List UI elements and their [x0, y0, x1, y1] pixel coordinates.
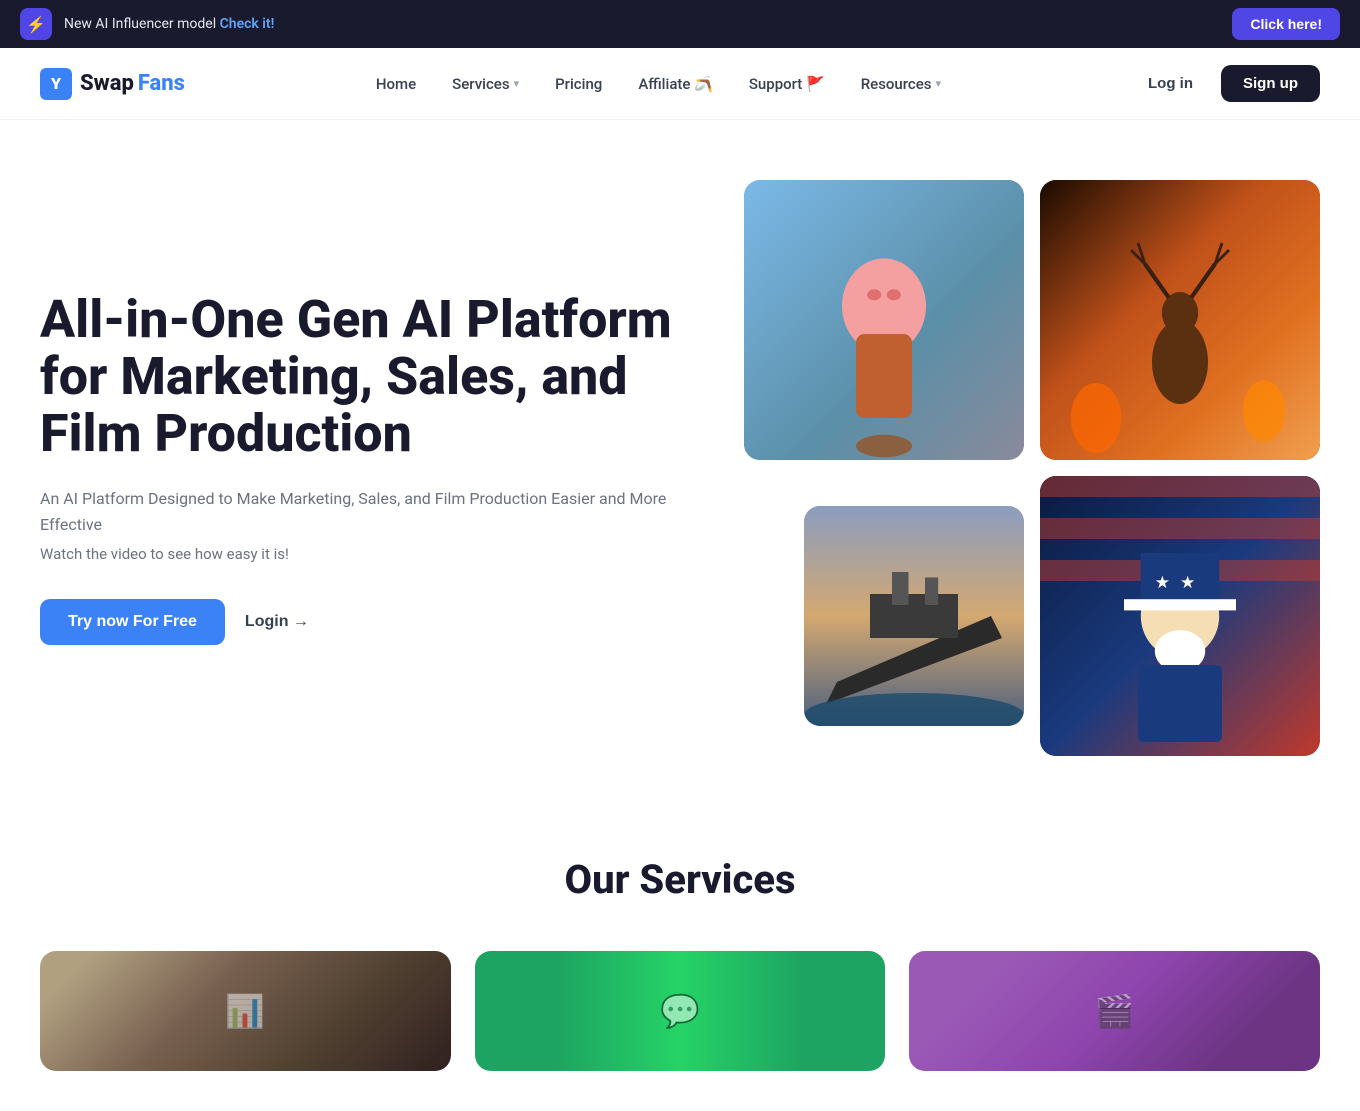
- service-icon-social: 💬: [475, 951, 886, 1071]
- nav-label-resources: Resources: [861, 75, 932, 93]
- nav-label-affiliate: Affiliate 🪃: [638, 75, 713, 93]
- signup-button[interactable]: Sign up: [1221, 65, 1320, 102]
- uncle-sam-image: ★ ★: [1040, 476, 1320, 756]
- nav-label-home: Home: [376, 75, 416, 93]
- announcement-left: ⚡ New AI Influencer model Check it!: [20, 8, 274, 40]
- logo-text-swap: Swap: [80, 71, 134, 96]
- services-title: Our Services: [40, 856, 1320, 903]
- service-icon-film: 🎬: [909, 951, 1320, 1071]
- hero-image-ship: [804, 506, 1024, 726]
- hero-watch-text: Watch the video to see how easy it is!: [40, 545, 704, 563]
- hero-title: All-in-One Gen AI Platform for Marketing…: [40, 291, 704, 463]
- service-icon-marketing: 📊: [40, 951, 451, 1071]
- nav-label-services: Services: [452, 75, 509, 93]
- main-nav: Y SwapFans Home Services ▾ Pricing Affil…: [0, 48, 1360, 120]
- try-free-button[interactable]: Try now For Free: [40, 599, 225, 645]
- announcement-text: New AI Influencer model Check it!: [64, 16, 274, 32]
- login-button[interactable]: Log in: [1132, 67, 1209, 100]
- nav-actions: Log in Sign up: [1132, 65, 1320, 102]
- logo[interactable]: Y SwapFans: [40, 68, 185, 100]
- svg-text:★: ★: [1155, 573, 1170, 593]
- services-grid: 📊 💬 🎬: [40, 951, 1320, 1071]
- nav-item-affiliate[interactable]: Affiliate 🪃: [624, 67, 727, 101]
- chevron-down-icon-2: ▾: [936, 77, 942, 90]
- nav-links: Home Services ▾ Pricing Affiliate 🪃 Supp…: [362, 67, 955, 101]
- service-card-social[interactable]: 💬: [475, 951, 886, 1071]
- check-it-link[interactable]: Check it!: [220, 16, 275, 32]
- nav-item-resources[interactable]: Resources ▾: [847, 67, 955, 101]
- announcement-bar: ⚡ New AI Influencer model Check it! Clic…: [0, 0, 1360, 48]
- announcement-icon: ⚡: [20, 8, 52, 40]
- nav-item-home[interactable]: Home: [362, 67, 430, 101]
- announcement-prefix: New AI Influencer model: [64, 16, 220, 32]
- hero-subtitle: An AI Platform Designed to Make Marketin…: [40, 486, 704, 537]
- click-here-button[interactable]: Click here!: [1232, 8, 1340, 40]
- nav-label-support: Support 🚩: [749, 75, 825, 93]
- logo-text-fans: Fans: [138, 71, 185, 96]
- service-card-film[interactable]: 🎬: [909, 951, 1320, 1071]
- deer-fire-image: [1040, 180, 1320, 460]
- pig-warrior-image: [744, 180, 1024, 460]
- nav-item-support[interactable]: Support 🚩: [735, 67, 839, 101]
- hero-images: ★ ★: [744, 180, 1320, 756]
- hero-image-deer: [1040, 180, 1320, 460]
- hero-actions: Try now For Free Login →: [40, 599, 704, 645]
- chevron-down-icon: ▾: [514, 77, 520, 90]
- titanic-image: [804, 506, 1024, 726]
- hero-section: All-in-One Gen AI Platform for Marketing…: [0, 120, 1360, 796]
- hero-image-pig: [744, 180, 1024, 460]
- svg-text:★: ★: [1180, 573, 1195, 593]
- service-card-marketing[interactable]: 📊: [40, 951, 451, 1071]
- services-section: Our Services 📊 💬 🎬: [0, 796, 1360, 1111]
- nav-item-services[interactable]: Services ▾: [438, 67, 533, 101]
- nav-label-pricing: Pricing: [555, 75, 602, 93]
- hero-content: All-in-One Gen AI Platform for Marketing…: [40, 291, 744, 646]
- logo-icon: Y: [40, 68, 72, 100]
- lightning-icon: ⚡: [26, 15, 46, 34]
- hero-image-uncle-sam: ★ ★: [1040, 476, 1320, 756]
- hero-login-button[interactable]: Login →: [245, 613, 309, 631]
- nav-item-pricing[interactable]: Pricing: [541, 67, 616, 101]
